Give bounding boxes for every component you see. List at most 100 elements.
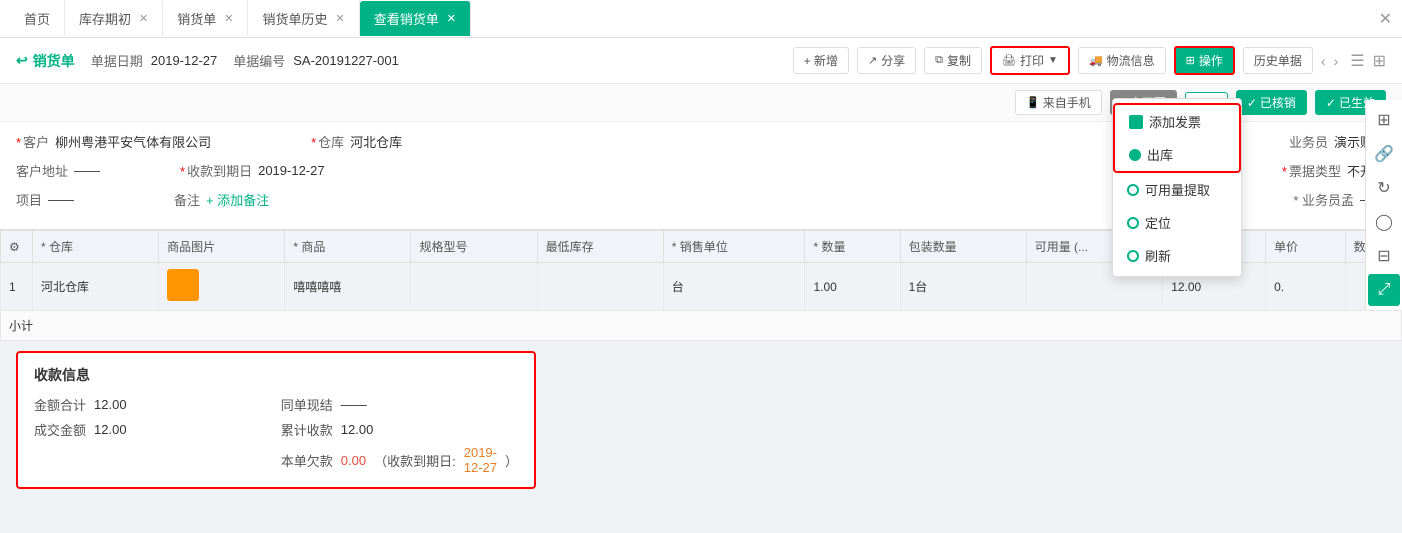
dropdown-refresh[interactable]: 刷新: [1113, 239, 1241, 272]
dropdown-available-qty[interactable]: 可用量提取: [1113, 173, 1241, 206]
sidebar-icon-expand[interactable]: ⤢: [1368, 274, 1400, 306]
balance-note: （收款到期日:: [374, 451, 456, 470]
doc-date-label: 单据日期 2019-12-27: [91, 51, 218, 70]
business-staff-label: * 业务员孟: [1293, 190, 1354, 209]
tab-sales-order[interactable]: 销货单 ✕: [163, 1, 248, 36]
dropdown-out-warehouse[interactable]: 出库: [1115, 138, 1239, 171]
logistics-label: 物流信息: [1107, 52, 1155, 69]
payment-date-label: 收款到期日: [180, 161, 252, 180]
project-field: 项目 ——: [16, 190, 74, 209]
tab-bar: 首页 库存期初 ✕ 销货单 ✕ 销货单历史 ✕ 查看销货单 ✕ ✕: [0, 0, 1402, 38]
sidebar-icon-refresh[interactable]: ↻: [1368, 172, 1400, 204]
print-label: 打印: [1020, 52, 1044, 69]
from-mobile-label: 来自手机: [1043, 94, 1091, 111]
add-note-button[interactable]: + 添加备注: [206, 190, 269, 209]
sidebar-icon-attachment[interactable]: 🔗: [1368, 138, 1400, 170]
balance-row: 本单欠款 0.00 （收款到期日: 2019-12-27 ）: [281, 445, 518, 475]
col-unit-price: 单价: [1266, 231, 1346, 263]
dropdown-locate[interactable]: 定位: [1113, 206, 1241, 239]
confirmed-button[interactable]: ✓ 已核销: [1236, 90, 1307, 115]
tab-sales-close[interactable]: ✕: [224, 12, 233, 25]
doc-type-label: 销货单: [33, 51, 75, 71]
sidebar-icon-grid[interactable]: ⊞: [1368, 104, 1400, 136]
confirmed-label: 已核销: [1260, 94, 1296, 111]
close-window-button[interactable]: ✕: [1379, 9, 1392, 29]
ticket-type-label: 票据类型: [1282, 161, 1341, 180]
copy-label: 复制: [947, 52, 971, 69]
sidebar-icon-user[interactable]: ◯: [1368, 206, 1400, 238]
out-warehouse-icon: [1129, 149, 1141, 161]
total-amount-label: 金额合计: [34, 395, 86, 414]
history-button[interactable]: 历史单据: [1243, 47, 1313, 74]
sidebar-icon-table[interactable]: ⊟: [1368, 240, 1400, 272]
tab-home[interactable]: 首页: [10, 1, 65, 36]
col-spec: 规格型号: [411, 231, 537, 263]
warehouse-label: 仓库: [311, 132, 344, 151]
print-button[interactable]: 🖨 打印 ▼: [990, 46, 1070, 75]
row-product: 嘻嘻嘻嘻: [285, 263, 411, 311]
operation-button[interactable]: ⊞ 操作: [1174, 46, 1235, 75]
tab-view-sales[interactable]: 查看销货单 ✕: [360, 1, 471, 36]
product-image: [167, 269, 199, 301]
locate-icon: [1127, 217, 1139, 229]
row-quantity: 1.00: [805, 263, 900, 311]
add-invoice-label: 添加发票: [1149, 112, 1201, 131]
payment-date-field: 收款到期日 2019-12-27: [180, 161, 325, 180]
available-qty-label: 可用量提取: [1145, 180, 1210, 199]
project-label: 项目: [16, 190, 42, 209]
tab-view-sales-close[interactable]: ✕: [447, 12, 456, 25]
operation-dropdown: 添加发票 出库 可用量提取 定位 刷新: [1112, 98, 1242, 277]
col-sales-unit: * 销售单位: [663, 231, 805, 263]
row-spec: [411, 263, 537, 311]
from-mobile-button[interactable]: 📱 来自手机: [1015, 90, 1102, 115]
row-no: 1: [1, 263, 33, 311]
col-product-img: 商品图片: [159, 231, 285, 263]
transaction-amount-row: 成交金额 12.00: [34, 420, 261, 439]
share-button[interactable]: ↗ 分享: [857, 47, 916, 74]
nav-prev[interactable]: ‹: [1321, 53, 1326, 69]
transaction-amount-label: 成交金额: [34, 420, 86, 439]
layout-toggle-grid[interactable]: ⊞: [1373, 51, 1386, 71]
nav-next[interactable]: ›: [1334, 53, 1339, 69]
tab-history-close[interactable]: ✕: [336, 12, 345, 25]
transaction-amount-value: 12.00: [94, 422, 127, 437]
note-label: 备注: [174, 190, 200, 209]
same-order-row: 同单现结 ——: [281, 395, 518, 414]
row-warehouse: 河北仓库: [33, 263, 159, 311]
tab-inventory-close[interactable]: ✕: [139, 12, 148, 25]
address-field: 客户地址 ——: [16, 161, 100, 180]
row-unit-price: 0.: [1266, 263, 1346, 311]
total-amount-value: 12.00: [94, 397, 127, 412]
payment-date-value: 2019-12-27: [258, 163, 325, 178]
layout-toggle-list[interactable]: ☰: [1350, 51, 1364, 71]
refresh-icon: [1127, 250, 1139, 262]
tab-sales-history[interactable]: 销货单历史 ✕: [248, 1, 359, 36]
tab-view-sales-label: 查看销货单: [374, 9, 439, 28]
row-pkg-qty: 1台: [900, 263, 1026, 311]
doc-meta: 单据日期 2019-12-27 单据编号 SA-20191227-001: [91, 51, 399, 70]
balance-value: 0.00: [341, 453, 366, 468]
tab-inventory-init[interactable]: 库存期初 ✕: [65, 1, 163, 36]
salesperson-label: 业务员: [1289, 132, 1328, 151]
tab-home-label: 首页: [24, 9, 50, 28]
locate-label: 定位: [1145, 213, 1171, 232]
subtotal-label: 小计: [1, 311, 1402, 341]
note-field: 备注 + 添加备注: [174, 190, 269, 209]
doc-header: ↩ 销货单 单据日期 2019-12-27 单据编号 SA-20191227-0…: [0, 38, 1402, 84]
refresh-label: 刷新: [1145, 246, 1171, 265]
col-settings[interactable]: ⚙: [1, 231, 33, 263]
col-quantity: * 数量: [805, 231, 900, 263]
address-label: 客户地址: [16, 161, 68, 180]
balance-date: 2019-12-27: [464, 445, 497, 475]
copy-button[interactable]: ⧉ 复制: [924, 47, 982, 74]
logistics-button[interactable]: 🚚 物流信息: [1078, 47, 1166, 74]
project-value: ——: [48, 192, 74, 207]
col-pkg-qty: 包装数量: [900, 231, 1026, 263]
row-sales-unit: 台: [663, 263, 805, 311]
new-button[interactable]: + 新增: [793, 47, 849, 74]
payment-section: 收款信息 金额合计 12.00 同单现结 —— 成交金额 12.00 累计收款 …: [16, 351, 536, 489]
balance-label: 本单欠款: [281, 451, 333, 470]
dropdown-add-invoice[interactable]: 添加发票: [1115, 105, 1239, 138]
customer-value: 柳州粤港平安气体有限公司: [55, 132, 211, 151]
cumulative-row: 累计收款 12.00: [281, 420, 518, 439]
